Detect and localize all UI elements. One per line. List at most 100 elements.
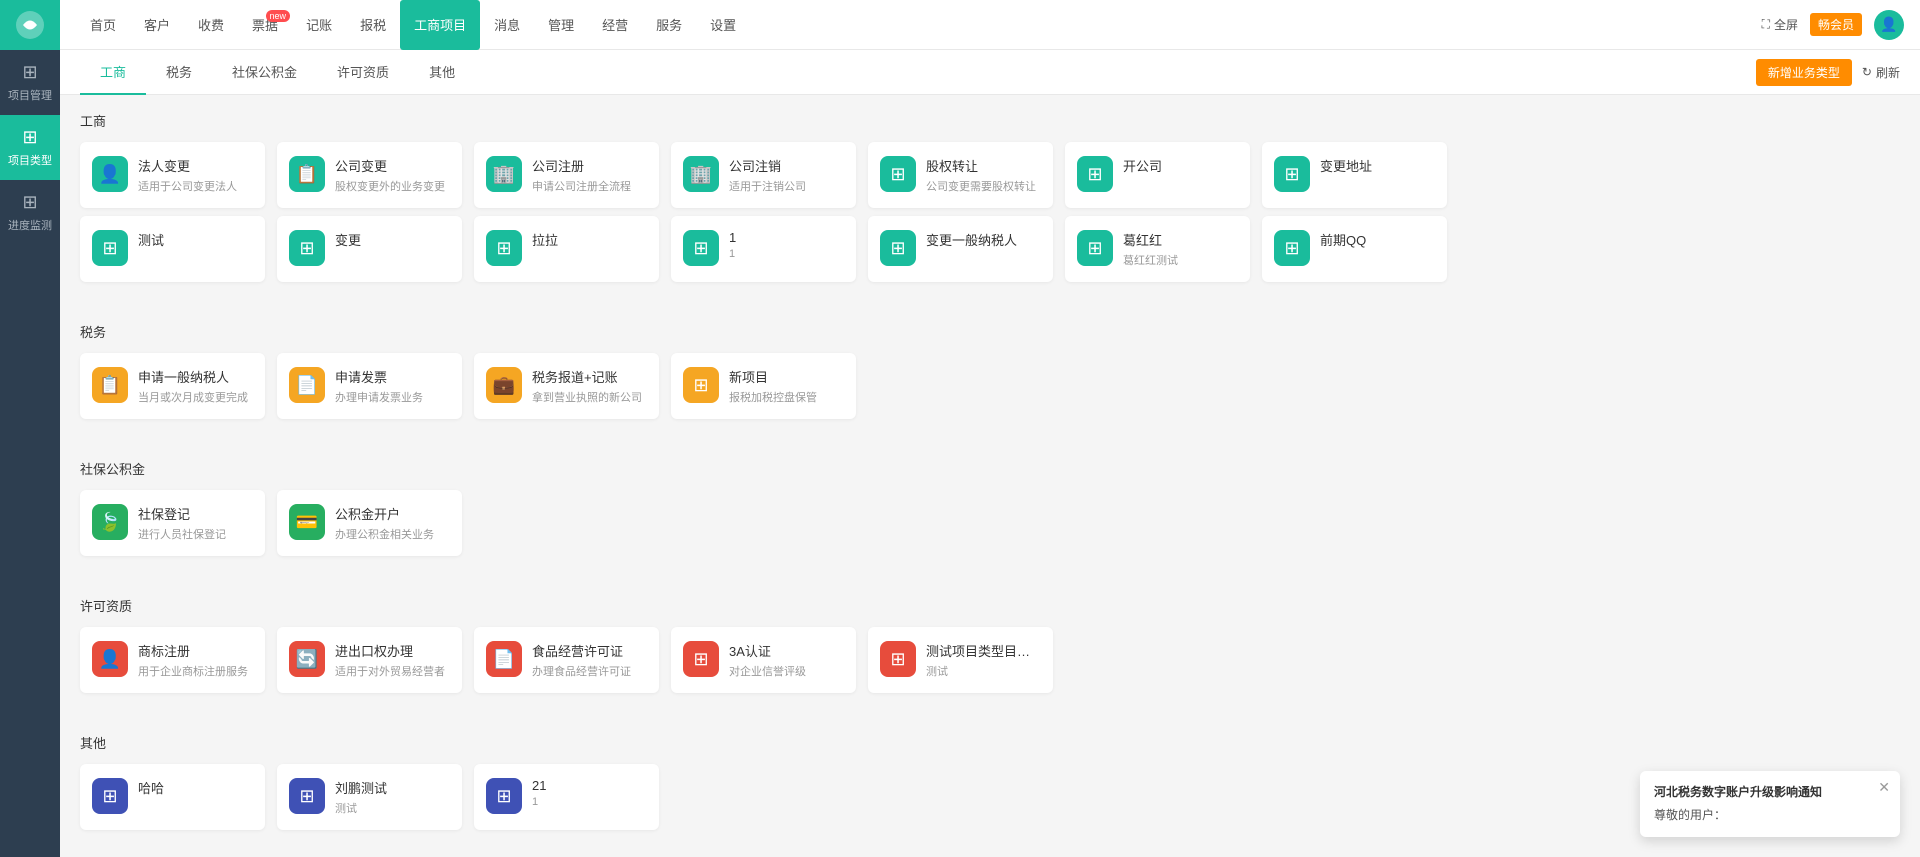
- card-lala[interactable]: ⊞ 拉拉: [474, 216, 659, 282]
- nav-message[interactable]: 消息: [480, 0, 534, 50]
- card-trademark[interactable]: 👤 商标注册 用于企业商标注册服务: [80, 627, 265, 693]
- card-apply-taxpayer[interactable]: 📋 申请一般纳税人 当月或次月成变更完成: [80, 353, 265, 419]
- card-early-qq[interactable]: ⊞ 前期QQ: [1262, 216, 1447, 282]
- nav-invoice[interactable]: 票据 new: [238, 0, 292, 50]
- refresh-button[interactable]: ↻ 刷新: [1862, 64, 1900, 81]
- card-mohonghong[interactable]: ⊞ 葛红红 葛红红测试: [1065, 216, 1250, 282]
- content-area: 工商 税务 社保公积金 许可资质 其他 新增业务类型 ↻ 刷新 工商 👤 法人变…: [60, 50, 1920, 857]
- nav-service[interactable]: 服务: [642, 0, 696, 50]
- card-icon: 🔄: [289, 641, 325, 677]
- card-icon: ⊞: [486, 778, 522, 814]
- nav-tax[interactable]: 报税: [346, 0, 400, 50]
- card-test[interactable]: ⊞ 测试: [80, 216, 265, 282]
- social-section-title: 社保公积金: [80, 459, 1900, 478]
- card-import-export[interactable]: 🔄 进出口权办理 适用于对外贸易经营者: [277, 627, 462, 693]
- sidebar-item-project-type[interactable]: ⊞ 项目类型: [0, 115, 60, 180]
- card-desc: 公司变更需要股权转让: [926, 178, 1041, 194]
- card-title: 葛红红: [1123, 230, 1238, 249]
- card-3a-cert[interactable]: ⊞ 3A认证 对企业信誉评级: [671, 627, 856, 693]
- card-change-taxpayer[interactable]: ⊞ 变更一般纳税人: [868, 216, 1053, 282]
- card-title: 申请一般纳税人: [138, 367, 253, 386]
- tabs-bar: 工商 税务 社保公积金 许可资质 其他 新增业务类型 ↻ 刷新: [60, 50, 1920, 95]
- card-company-cancel[interactable]: 🏢 公司注销 适用于注销公司: [671, 142, 856, 208]
- nav-settings[interactable]: 设置: [696, 0, 750, 50]
- card-food-license[interactable]: 📄 食品经营许可证 办理食品经营许可证: [474, 627, 659, 693]
- nav-business[interactable]: 工商项目: [400, 0, 480, 50]
- new-type-button[interactable]: 新增业务类型: [1756, 59, 1852, 86]
- card-title: 变更地址: [1320, 156, 1435, 175]
- fullscreen-btn[interactable]: ⛶ 全屏: [1762, 16, 1798, 33]
- nav-customer[interactable]: 客户: [130, 0, 184, 50]
- vip-button[interactable]: 畅会员: [1810, 13, 1862, 36]
- nav-home[interactable]: 首页: [76, 0, 130, 50]
- tab-social[interactable]: 社保公积金: [212, 50, 317, 95]
- card-new-project[interactable]: ⊞ 新项目 报税加税控盘保管: [671, 353, 856, 419]
- nav-manage[interactable]: 管理: [534, 0, 588, 50]
- card-title: 公积金开户: [335, 504, 450, 523]
- notification-title: 河北税务数字账户升级影响通知: [1654, 783, 1886, 800]
- card-one[interactable]: ⊞ 1 1: [671, 216, 856, 282]
- card-fund-open[interactable]: 💳 公积金开户 办理公积金相关业务: [277, 490, 462, 556]
- card-open-company[interactable]: ⊞ 开公司: [1065, 142, 1250, 208]
- tab-other[interactable]: 其他: [409, 50, 475, 95]
- tab-tax[interactable]: 税务: [146, 50, 212, 95]
- card-icon: ⊞: [683, 230, 719, 266]
- card-company-register[interactable]: 🏢 公司注册 申请公司注册全流程: [474, 142, 659, 208]
- card-change[interactable]: ⊞ 变更: [277, 216, 462, 282]
- card-desc: 用于企业商标注册服务: [138, 663, 253, 679]
- card-change-address[interactable]: ⊞ 变更地址: [1262, 142, 1447, 208]
- card-icon: ⊞: [92, 230, 128, 266]
- card-tax-report[interactable]: 💼 税务报道+记账 拿到营业执照的新公司: [474, 353, 659, 419]
- progress-monitor-icon: ⊞: [22, 192, 37, 213]
- refresh-icon: ↻: [1862, 65, 1872, 79]
- card-icon: 🏢: [486, 156, 522, 192]
- card-icon: 👤: [92, 641, 128, 677]
- sidebar-logo: [0, 0, 60, 50]
- business-section-title: 工商: [80, 111, 1900, 130]
- card-twenty-one[interactable]: ⊞ 21 1: [474, 764, 659, 830]
- card-haha[interactable]: ⊞ 哈哈: [80, 764, 265, 830]
- social-cards-grid: 🍃 社保登记 进行人员社保登记 💳 公积金开户 办理公积金相关业务: [80, 490, 1900, 556]
- card-test-type[interactable]: ⊞ 测试项目类型目定义 测试: [868, 627, 1053, 693]
- tab-business[interactable]: 工商: [80, 50, 146, 95]
- card-title: 拉拉: [532, 230, 647, 249]
- card-apply-invoice[interactable]: 📄 申请发票 办理申请发票业务: [277, 353, 462, 419]
- card-desc: 拿到营业执照的新公司: [532, 389, 647, 405]
- notification-close-button[interactable]: ✕: [1878, 779, 1890, 796]
- card-title: 公司注销: [729, 156, 844, 175]
- card-equity-transfer[interactable]: ⊞ 股权转让 公司变更需要股权转让: [868, 142, 1053, 208]
- card-liupeng-test[interactable]: ⊞ 刘鹏测试 测试: [277, 764, 462, 830]
- avatar[interactable]: 👤: [1874, 10, 1904, 40]
- nav-right: ⛶ 全屏 畅会员 👤: [1762, 10, 1904, 40]
- nav-billing[interactable]: 收费: [184, 0, 238, 50]
- card-desc: 测试: [926, 663, 1041, 679]
- social-section: 社保公积金 🍃 社保登记 进行人员社保登记 💳 公积金开户 办理公积金相关业务: [60, 443, 1920, 580]
- tab-license[interactable]: 许可资质: [317, 50, 409, 95]
- business-section: 工商 👤 法人变更 适用于公司变更法人 📋 公司变更 股权变更外的业务变更: [60, 95, 1920, 306]
- card-title: 测试: [138, 230, 253, 249]
- card-title: 刘鹏测试: [335, 778, 450, 797]
- nav-operation[interactable]: 经营: [588, 0, 642, 50]
- card-title: 哈哈: [138, 778, 253, 797]
- card-desc: 进行人员社保登记: [138, 526, 253, 542]
- card-icon: ⊞: [1077, 230, 1113, 266]
- business-cards-grid: 👤 法人变更 适用于公司变更法人 📋 公司变更 股权变更外的业务变更 🏢: [80, 142, 1900, 208]
- card-title: 新项目: [729, 367, 844, 386]
- card-icon: ⊞: [1274, 230, 1310, 266]
- invoice-badge: new: [266, 10, 291, 22]
- card-legal-change[interactable]: 👤 法人变更 适用于公司变更法人: [80, 142, 265, 208]
- card-icon: ⊞: [880, 641, 916, 677]
- card-social-register[interactable]: 🍃 社保登记 进行人员社保登记: [80, 490, 265, 556]
- nav-bookkeeping[interactable]: 记账: [292, 0, 346, 50]
- card-desc: 办理申请发票业务: [335, 389, 450, 405]
- card-title: 3A认证: [729, 641, 844, 660]
- sidebar-item-progress-monitor[interactable]: ⊞ 进度监测: [0, 180, 60, 245]
- card-company-change[interactable]: 📋 公司变更 股权变更外的业务变更: [277, 142, 462, 208]
- card-icon: ⊞: [289, 230, 325, 266]
- top-nav: 首页 客户 收费 票据 new 记账 报税 工商项目 消息 管理 经营 服务 设…: [60, 0, 1920, 50]
- sidebar-item-project-manage[interactable]: ⊞ 项目管理: [0, 50, 60, 115]
- card-desc: 测试: [335, 800, 450, 816]
- card-icon: ⊞: [880, 156, 916, 192]
- notification-popup: ✕ 河北税务数字账户升级影响通知 尊敬的用户：: [1640, 771, 1900, 837]
- card-desc: 1: [532, 796, 647, 808]
